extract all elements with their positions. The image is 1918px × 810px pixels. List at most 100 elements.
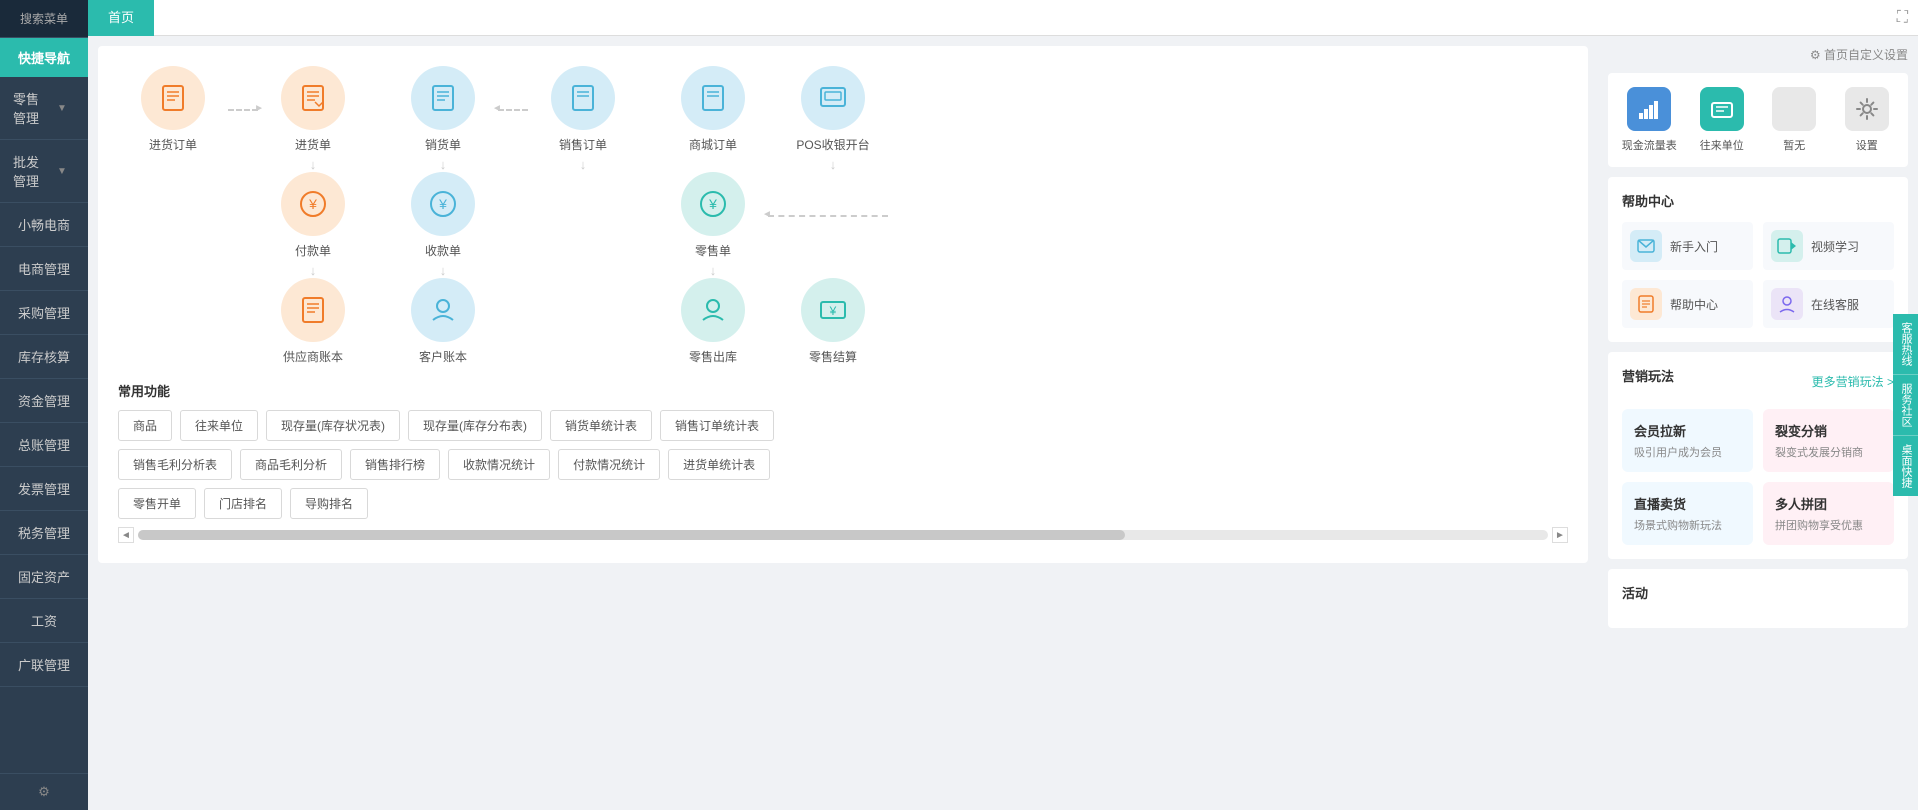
sidebar-item-tax[interactable]: 税务管理 — [0, 511, 88, 555]
flow-card: 进货订单 ► 进货单 — [98, 46, 1588, 563]
sidebar-item-more[interactable]: 广联管理 — [0, 643, 88, 687]
node-retail-settle[interactable]: ¥ 零售结算 — [778, 278, 888, 365]
sidebar-item-invoice[interactable]: 发票管理 — [0, 467, 88, 511]
scrollbar: ◄ ► — [118, 527, 1568, 543]
label-supplier-account: 供应商账本 — [283, 348, 343, 365]
node-purchase-bill[interactable]: 进货单 — [258, 66, 368, 153]
quick-icon-cash_flow[interactable]: 现金流量表 — [1618, 87, 1681, 153]
sidebar-item-wholesale[interactable]: 批发管理▼ — [0, 140, 88, 203]
label-receipt: 收款单 — [425, 242, 461, 259]
sidebar-item-label-invoice: 发票管理 — [8, 479, 80, 498]
main-panel: 进货订单 ► 进货单 — [88, 36, 1598, 810]
node-supplier-account[interactable]: 供应商账本 — [258, 278, 368, 365]
label-purchase-bill: 进货单 — [295, 136, 331, 153]
marketing-desc-live: 场景式购物新玩法 — [1634, 517, 1741, 533]
btn-row-2: 销售毛利分析表商品毛利分析销售排行榜收款情况统计付款情况统计进货单统计表 — [118, 449, 1568, 480]
float-btn-community[interactable]: 服务社区 — [1893, 375, 1918, 436]
sidebar-item-label-salary: 工资 — [8, 611, 80, 630]
more-marketing-link[interactable]: 更多营销玩法 > — [1812, 373, 1894, 390]
sidebar-search[interactable]: 搜索菜单 — [0, 0, 88, 38]
icon-retail-settle: ¥ — [801, 278, 865, 342]
svg-text:¥: ¥ — [308, 196, 317, 212]
v-arrow-receipt: ↓ — [388, 157, 498, 172]
settings-header[interactable]: ⚙ 首页自定义设置 — [1608, 46, 1908, 63]
node-customer-account[interactable]: 客户账本 — [388, 278, 498, 365]
node-payment[interactable]: ¥ 付款单 — [258, 172, 368, 259]
help-item-video[interactable]: 视频学习 — [1763, 222, 1894, 270]
sidebar-item-finance[interactable]: 资金管理 — [0, 379, 88, 423]
marketing-item-member[interactable]: 会员拉新 吸引用户成为会员 — [1622, 409, 1753, 472]
sidebar-item-ecommerce[interactable]: 电商管理 — [0, 247, 88, 291]
content-area: 进货订单 ► 进货单 — [88, 36, 1918, 810]
sidebar-item-assets[interactable]: 固定资产 — [0, 555, 88, 599]
icon-supplier-account — [281, 278, 345, 342]
func-btn-销售毛利分析表[interactable]: 销售毛利分析表 — [118, 449, 232, 480]
label-retail-bill: 零售单 — [695, 242, 731, 259]
sidebar-item-purchase[interactable]: 采购管理 — [0, 291, 88, 335]
help-label-beginner: 新手入门 — [1670, 238, 1718, 255]
sidebar-settings[interactable]: ⚙ — [0, 773, 88, 810]
marketing-title-split: 裂变分销 — [1775, 421, 1882, 440]
marketing-title-member: 会员拉新 — [1634, 421, 1741, 440]
sidebar-item-ecommerce_small[interactable]: 小畅电商 — [0, 203, 88, 247]
main-area: 首页 ⛶ 进货订单 — [88, 0, 1918, 810]
help-icon-video — [1771, 230, 1803, 262]
v-arrow-retail-out: ↓ — [658, 263, 768, 278]
scroll-track[interactable] — [138, 530, 1548, 540]
help-item-beginner[interactable]: 新手入门 — [1622, 222, 1753, 270]
sidebar-arrow: ▼ — [44, 103, 80, 114]
btn-row-1: 商品往来单位现存量(库存状况表) 现存量(库存分布表) 销货单统计表销售订单统计表 — [118, 410, 1568, 441]
func-btn-销售订单统计表[interactable]: 销售订单统计表 — [660, 410, 774, 441]
node-purchase-order[interactable]: 进货订单 — [118, 66, 228, 153]
node-pos[interactable]: POS收银开台 — [778, 66, 888, 153]
marketing-item-group[interactable]: 多人拼团 拼团购物享受优惠 — [1763, 482, 1894, 545]
sidebar-item-salary[interactable]: 工资 — [0, 599, 88, 643]
icon-retail-out — [681, 278, 745, 342]
func-btn-商品[interactable]: 商品 — [118, 410, 172, 441]
node-receipt[interactable]: ¥ 收款单 — [388, 172, 498, 259]
help-item-help[interactable]: 帮助中心 — [1622, 280, 1753, 328]
expand-button[interactable]: ⛶ — [1887, 9, 1918, 27]
scroll-right-btn[interactable]: ► — [1552, 527, 1568, 543]
float-btn-desktop[interactable]: 桌面快捷 — [1893, 436, 1918, 496]
sidebar-item-inventory[interactable]: 库存核算 — [0, 335, 88, 379]
v-arrow-retail: ↓ — [528, 157, 638, 172]
marketing-item-live[interactable]: 直播卖货 场景式购物新玩法 — [1622, 482, 1753, 545]
func-btn-门店排名[interactable]: 门店排名 — [204, 488, 282, 519]
tab-home[interactable]: 首页 — [88, 0, 154, 36]
func-btn-导购排名[interactable]: 导购排名 — [290, 488, 368, 519]
sidebar-item-label-tax: 税务管理 — [8, 523, 80, 542]
node-retail-out[interactable]: 零售出库 — [658, 278, 768, 365]
flow-v-arrows-2: ↓ ↓ ↓ — [118, 263, 1568, 278]
func-btn-现存量(库存状况表)[interactable]: 现存量(库存状况表) — [266, 410, 400, 441]
func-btn-零售开单[interactable]: 零售开单 — [118, 488, 196, 519]
sidebar-item-label-ecommerce: 电商管理 — [8, 259, 80, 278]
quick-icon-none[interactable]: 暂无 — [1763, 87, 1826, 153]
marketing-item-split[interactable]: 裂变分销 裂变式发展分销商 — [1763, 409, 1894, 472]
func-btn-往来单位[interactable]: 往来单位 — [180, 410, 258, 441]
marketing-grid: 会员拉新 吸引用户成为会员 裂变分销 裂变式发展分销商 直播卖货 场景式购物新玩… — [1622, 409, 1894, 545]
sidebar-item-retail[interactable]: 零售管理▼ — [0, 77, 88, 140]
sidebar-item-general[interactable]: 总账管理 — [0, 423, 88, 467]
node-sales-order[interactable]: 销售订单 — [528, 66, 638, 153]
func-btn-现存量(库存分布表)[interactable]: 现存量(库存分布表) — [408, 410, 542, 441]
quick-icon-partners[interactable]: 往来单位 — [1691, 87, 1754, 153]
node-retail-bill[interactable]: ¥ 零售单 — [658, 172, 768, 259]
func-btn-商品毛利分析[interactable]: 商品毛利分析 — [240, 449, 342, 480]
scroll-left-btn[interactable]: ◄ — [118, 527, 134, 543]
help-grid: 新手入门 视频学习 帮助中心 在线客服 — [1622, 222, 1894, 328]
float-btn-customer_service[interactable]: 客服热线 — [1893, 314, 1918, 375]
func-btn-销货单统计表[interactable]: 销货单统计表 — [550, 410, 652, 441]
marketing-title: 营销玩法 — [1622, 366, 1674, 385]
quick-icon-settings[interactable]: 设置 — [1836, 87, 1899, 153]
func-btn-收款情况统计[interactable]: 收款情况统计 — [448, 449, 550, 480]
help-item-online_support[interactable]: 在线客服 — [1763, 280, 1894, 328]
flow-row-2: ¥ 付款单 ¥ 收款单 — [118, 172, 1568, 259]
func-btn-付款情况统计[interactable]: 付款情况统计 — [558, 449, 660, 480]
func-btn-进货单统计表[interactable]: 进货单统计表 — [668, 449, 770, 480]
node-mall-order[interactable]: 商城订单 — [658, 66, 768, 153]
flow-row-3: 供应商账本 客户账本 — [118, 278, 1568, 365]
func-btn-销售排行榜[interactable]: 销售排行榜 — [350, 449, 440, 480]
icon-sales-order — [551, 66, 615, 130]
node-sales-bill[interactable]: 销货单 — [388, 66, 498, 153]
